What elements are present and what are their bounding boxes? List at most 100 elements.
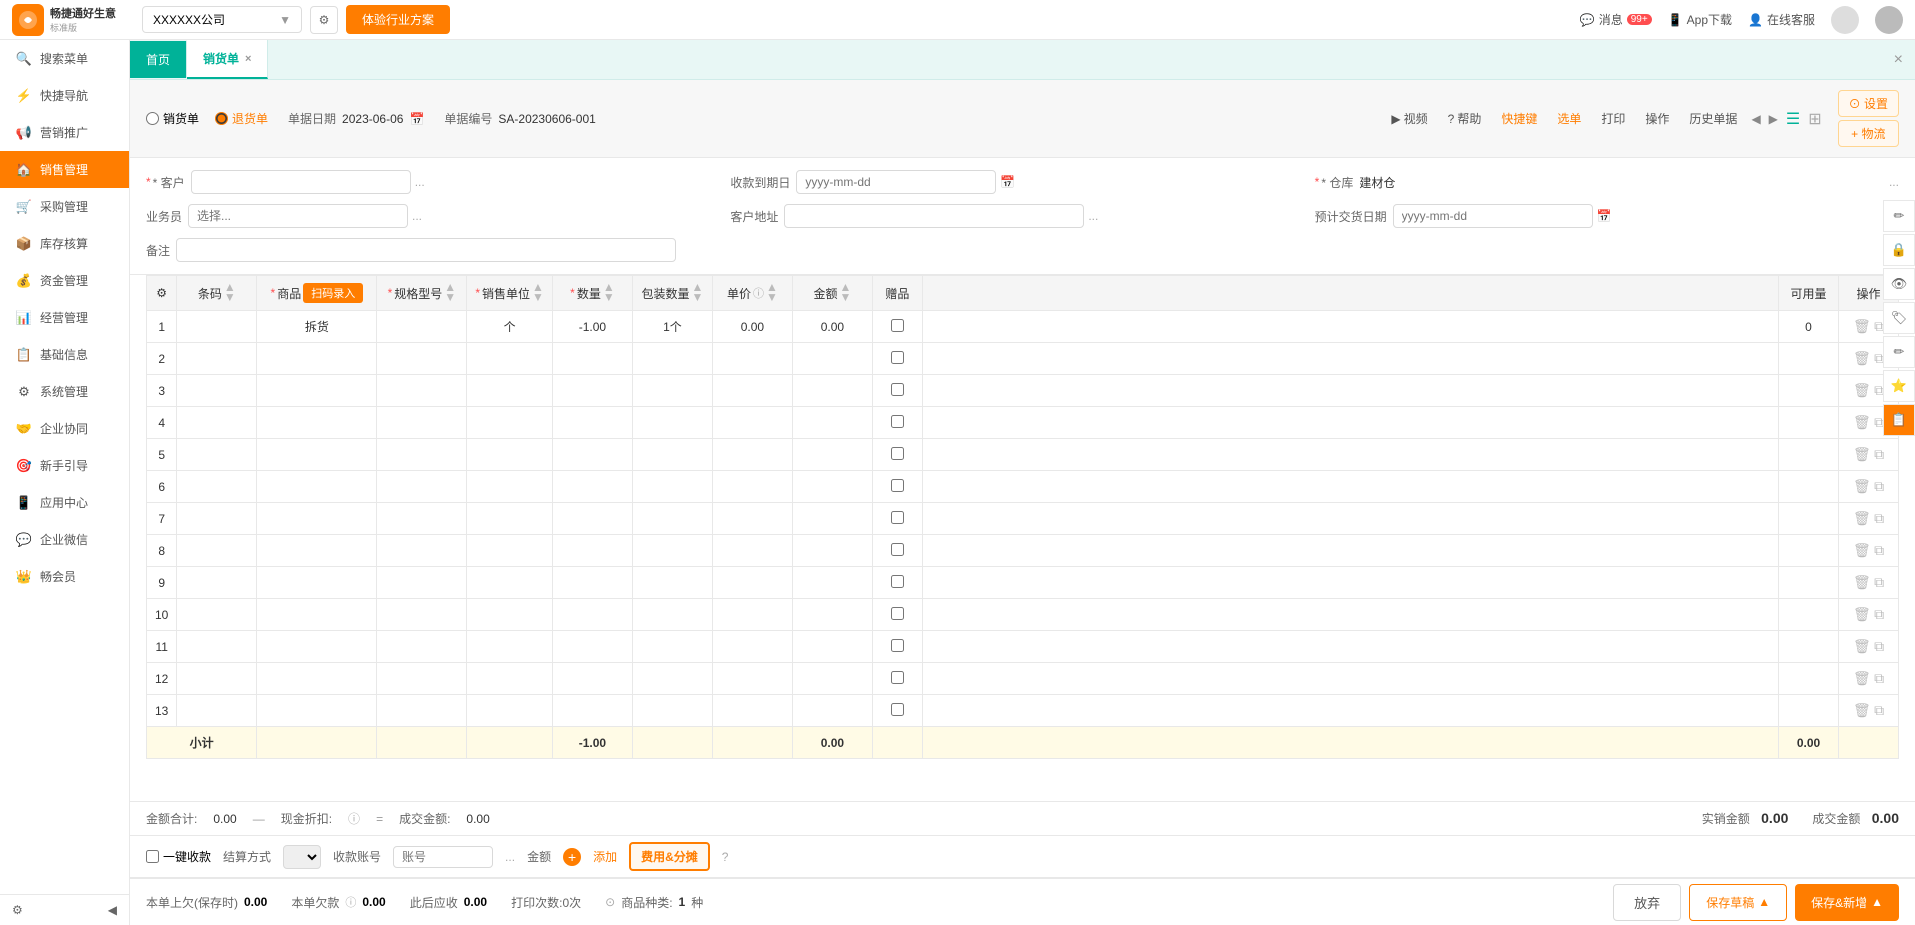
grid-view-icon[interactable]: ⊞ xyxy=(1808,109,1821,129)
row-barcode-1[interactable] xyxy=(177,311,257,343)
sidebar-item-purchase[interactable]: 🛒 采购管理 xyxy=(0,188,129,225)
online-support-btn[interactable]: 👤 在线客服 xyxy=(1748,11,1815,28)
float-tag-btn[interactable]: 🏷 xyxy=(1883,302,1915,334)
customer-dots-btn[interactable]: ... xyxy=(415,175,425,189)
row-unit-6[interactable] xyxy=(467,471,553,503)
row-product-6[interactable] xyxy=(257,471,377,503)
save-draft-btn[interactable]: 保存草稿 ▲ xyxy=(1689,884,1787,921)
row-qty-4[interactable] xyxy=(552,407,632,439)
sidebar-gear-icon[interactable]: ⚙ xyxy=(12,903,23,917)
row-unit-4[interactable] xyxy=(467,407,553,439)
row-product-10[interactable] xyxy=(257,599,377,631)
row-amount-5[interactable] xyxy=(792,439,872,471)
row-delete-6[interactable]: 🗑 xyxy=(1853,478,1871,494)
row-barcode-5[interactable] xyxy=(177,439,257,471)
next-record-icon[interactable]: ▶ xyxy=(1769,112,1778,126)
row-product-13[interactable] xyxy=(257,695,377,727)
row-spec-3[interactable] xyxy=(377,375,467,407)
list-view-icon[interactable]: ☰ xyxy=(1786,109,1800,129)
row-price-2[interactable] xyxy=(712,343,792,375)
row-spec-11[interactable] xyxy=(377,631,467,663)
row-amount-6[interactable] xyxy=(792,471,872,503)
row-unit-13[interactable] xyxy=(467,695,553,727)
row-gift-4[interactable] xyxy=(872,407,922,439)
row-gift-1[interactable] xyxy=(872,311,922,343)
row-pkgqty-11[interactable] xyxy=(632,631,712,663)
row-qty-11[interactable] xyxy=(552,631,632,663)
row-gift-3[interactable] xyxy=(872,375,922,407)
row-amount-12[interactable] xyxy=(792,663,872,695)
tab-sales-order[interactable]: 销货单 × xyxy=(187,40,268,79)
row-spec-4[interactable] xyxy=(377,407,467,439)
warehouse-dots-btn[interactable]: ... xyxy=(1889,175,1899,189)
row-delete-9[interactable]: 🗑 xyxy=(1853,574,1871,590)
row-product-5[interactable] xyxy=(257,439,377,471)
owed-info-icon[interactable]: ⓘ xyxy=(345,894,356,910)
tab-home[interactable]: 首页 xyxy=(130,41,187,78)
add-payment-btn[interactable]: + xyxy=(563,848,581,866)
toolbar-shortcut-btn[interactable]: 快捷键 xyxy=(1495,108,1543,129)
radio-return-order[interactable]: 退货单 xyxy=(215,110,268,127)
row-barcode-4[interactable] xyxy=(177,407,257,439)
row-delete-8[interactable]: 🗑 xyxy=(1853,542,1871,558)
row-pkgqty-13[interactable] xyxy=(632,695,712,727)
row-spec-12[interactable] xyxy=(377,663,467,695)
row-gift-9[interactable] xyxy=(872,567,922,599)
row-product-9[interactable] xyxy=(257,567,377,599)
row-spec-9[interactable] xyxy=(377,567,467,599)
toolbar-operation-btn[interactable]: 操作 xyxy=(1639,108,1675,129)
row-price-7[interactable] xyxy=(712,503,792,535)
row-spec-10[interactable] xyxy=(377,599,467,631)
row-pkgqty-4[interactable] xyxy=(632,407,712,439)
row-delete-13[interactable]: 🗑 xyxy=(1853,702,1871,718)
row-qty-5[interactable] xyxy=(552,439,632,471)
sidebar-item-guide[interactable]: 🎯 新手引导 xyxy=(0,447,129,484)
row-delete-3[interactable]: 🗑 xyxy=(1853,382,1871,398)
row-copy-13[interactable]: ⧉ xyxy=(1874,702,1884,718)
row-product-11[interactable] xyxy=(257,631,377,663)
row-price-6[interactable] xyxy=(712,471,792,503)
row-pkgqty-8[interactable] xyxy=(632,535,712,567)
row-amount-1[interactable]: 0.00 xyxy=(792,311,872,343)
row-unit-3[interactable] xyxy=(467,375,553,407)
row-amount-10[interactable] xyxy=(792,599,872,631)
row-gift-2[interactable] xyxy=(872,343,922,375)
row-amount-3[interactable] xyxy=(792,375,872,407)
one-click-payment-check[interactable] xyxy=(146,850,159,863)
row-price-12[interactable] xyxy=(712,663,792,695)
sidebar-item-system[interactable]: ⚙ 系统管理 xyxy=(0,373,129,410)
toolbar-print-btn[interactable]: 打印 xyxy=(1595,108,1631,129)
row-pkgqty-7[interactable] xyxy=(632,503,712,535)
row-barcode-11[interactable] xyxy=(177,631,257,663)
row-copy-9[interactable]: ⧉ xyxy=(1874,574,1884,590)
th-settings[interactable]: ⚙ xyxy=(147,276,177,311)
row-price-8[interactable] xyxy=(712,535,792,567)
row-delete-11[interactable]: 🗑 xyxy=(1853,638,1871,654)
toolbar-select-btn[interactable]: 选单 xyxy=(1551,108,1587,129)
row-barcode-8[interactable] xyxy=(177,535,257,567)
row-qty-1[interactable]: -1.00 xyxy=(552,311,632,343)
row-price-13[interactable] xyxy=(712,695,792,727)
sidebar-item-wechat[interactable]: 💬 企业微信 xyxy=(0,521,129,558)
salesperson-input[interactable] xyxy=(188,204,408,228)
discard-btn[interactable]: 放弃 xyxy=(1613,884,1681,921)
float-eye-btn[interactable]: 👁 xyxy=(1883,268,1915,300)
expected-date-calendar-icon[interactable]: 📅 xyxy=(1597,209,1612,223)
sidebar-item-member[interactable]: 👑 畅会员 xyxy=(0,558,129,595)
row-unit-10[interactable] xyxy=(467,599,553,631)
float-lock-btn[interactable]: 🔒 xyxy=(1883,234,1915,266)
row-pkgqty-12[interactable] xyxy=(632,663,712,695)
customer-address-input[interactable] xyxy=(784,204,1084,228)
logistics-action-btn[interactable]: + 物流 xyxy=(1838,120,1899,147)
row-copy-5[interactable]: ⧉ xyxy=(1874,446,1884,462)
row-barcode-9[interactable] xyxy=(177,567,257,599)
row-qty-7[interactable] xyxy=(552,503,632,535)
row-barcode-7[interactable] xyxy=(177,503,257,535)
row-unit-5[interactable] xyxy=(467,439,553,471)
row-product-1[interactable]: 拆货 xyxy=(257,311,377,343)
row-qty-8[interactable] xyxy=(552,535,632,567)
row-price-11[interactable] xyxy=(712,631,792,663)
row-copy-7[interactable]: ⧉ xyxy=(1874,510,1884,526)
due-date-input[interactable] xyxy=(796,170,996,194)
toolbar-history-btn[interactable]: 历史单据 xyxy=(1683,108,1743,129)
